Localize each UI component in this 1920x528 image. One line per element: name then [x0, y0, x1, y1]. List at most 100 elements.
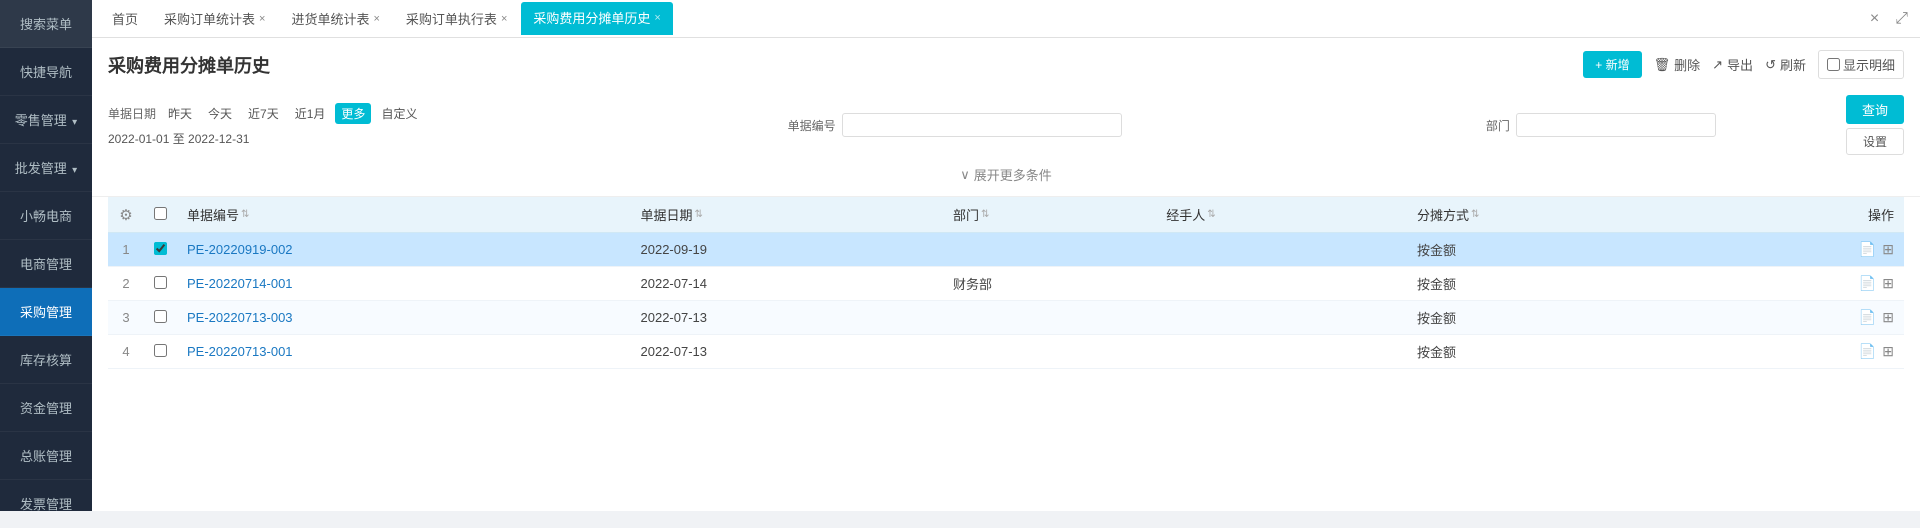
tab-purchase-cost-split[interactable]: 采购费用分摊单历史 ×	[521, 2, 672, 35]
row-checkbox[interactable]	[154, 344, 167, 357]
gear-icon[interactable]: ⚙	[119, 207, 132, 224]
sort-icon[interactable]: ⇅	[1207, 209, 1215, 220]
sidebar-item-label: 电商管理	[20, 257, 72, 272]
sort-icon[interactable]: ⇅	[981, 209, 989, 220]
refresh-button[interactable]: ↺ 刷新	[1765, 55, 1806, 74]
sidebar-item-quick-nav[interactable]: 快捷导航	[0, 48, 92, 96]
tab-home[interactable]: 首页	[100, 3, 150, 34]
expand-icon[interactable]: ⤢	[1891, 8, 1912, 30]
refresh-icon: ↺	[1765, 57, 1776, 73]
op-icons: 📄 ⊞	[1715, 343, 1894, 360]
date-btn-1month[interactable]: 近1月	[289, 103, 332, 124]
query-button[interactable]: 查询	[1846, 95, 1904, 124]
date-btn-custom[interactable]: 自定义	[375, 103, 423, 124]
add-button[interactable]: + 新增	[1583, 51, 1641, 78]
filter-row-1: 单据日期 昨天 今天 近7天 近1月 更多 自定义 2022-01-01 至 2…	[108, 95, 1904, 155]
sidebar-item-finance[interactable]: 资金管理	[0, 384, 92, 432]
expand-more-conditions[interactable]: ∨ 展开更多条件	[108, 161, 1904, 188]
sidebar-item-label: 快捷导航	[20, 65, 72, 80]
sidebar: 搜索菜单 快捷导航 零售管理 ▾ 批发管理 ▾ 小畅电商 电商管理 采购管理 库…	[0, 0, 92, 511]
settings-button[interactable]: 设置	[1846, 128, 1904, 155]
export-button[interactable]: ↗ 导出	[1712, 55, 1753, 74]
delete-button[interactable]: 🗑 删除	[1654, 55, 1701, 74]
sidebar-item-label: 总账管理	[20, 449, 72, 464]
tab-purchase-goods-stat[interactable]: 进货单统计表 ×	[279, 3, 391, 34]
doc-date-cell: 2022-07-14	[631, 267, 944, 301]
sidebar-item-inventory[interactable]: 库存核算	[0, 336, 92, 384]
sort-icon[interactable]: ⇅	[695, 209, 703, 220]
doc-no-link[interactable]: PE-20220919-002	[187, 242, 293, 257]
tab-close-icon[interactable]: ×	[373, 13, 379, 25]
select-all-checkbox[interactable]	[154, 207, 167, 220]
tab-bar-actions: × ⤢	[1866, 8, 1912, 30]
col-dept: 部门 ⇅	[943, 197, 1156, 233]
split-method-cell: 按金额	[1407, 233, 1705, 267]
col-doc-no: 单据编号 ⇅	[177, 197, 631, 233]
sort-icon[interactable]: ⇅	[241, 209, 249, 220]
op-icons: 📄 ⊞	[1715, 241, 1894, 258]
tab-close-icon[interactable]: ×	[654, 12, 660, 24]
doc-no-link[interactable]: PE-20220713-001	[187, 344, 293, 359]
sidebar-item-wholesale[interactable]: 批发管理 ▾	[0, 144, 92, 192]
dept-cell	[943, 301, 1156, 335]
row-checkbox-cell	[144, 335, 177, 369]
row-num: 2	[108, 267, 144, 301]
col-operation: 操作	[1705, 197, 1904, 233]
date-btn-today[interactable]: 今天	[202, 103, 238, 124]
sidebar-item-purchase[interactable]: 采购管理	[0, 288, 92, 336]
sidebar-item-retail[interactable]: 零售管理 ▾	[0, 96, 92, 144]
tab-close-icon[interactable]: ×	[259, 13, 265, 25]
sidebar-item-mini-shop[interactable]: 小畅电商	[0, 192, 92, 240]
date-btn-7days[interactable]: 近7天	[242, 103, 285, 124]
view-icon[interactable]: 📄	[1859, 275, 1876, 292]
header-actions: + 新增 🗑 删除 ↗ 导出 ↺ 刷新 显示明细	[1583, 50, 1904, 79]
doc-no-filter: 单据编号	[788, 113, 1122, 137]
tab-purchase-order-stat[interactable]: 采购订单统计表 ×	[152, 3, 277, 34]
page-header: 采购费用分摊单历史 + 新增 🗑 删除 ↗ 导出 ↺ 刷新 显示明细	[92, 38, 1920, 87]
tab-close-icon[interactable]: ×	[501, 13, 507, 25]
close-all-tabs-icon[interactable]: ×	[1866, 8, 1883, 30]
sidebar-item-search[interactable]: 搜索菜单	[0, 0, 92, 48]
detail-icon[interactable]: ⊞	[1882, 309, 1894, 326]
view-icon[interactable]: 📄	[1859, 309, 1876, 326]
doc-no-link[interactable]: PE-20220714-001	[187, 276, 293, 291]
main-area: 首页 采购订单统计表 × 进货单统计表 × 采购订单执行表 × 采购费用分摊单历…	[92, 0, 1920, 511]
sidebar-item-ecom[interactable]: 电商管理	[0, 240, 92, 288]
show-cols-button[interactable]: 显示明细	[1818, 50, 1904, 79]
doc-no-cell: PE-20220713-003	[177, 301, 631, 335]
tab-purchase-order-exec[interactable]: 采购订单执行表 ×	[394, 3, 519, 34]
detail-icon[interactable]: ⊞	[1882, 275, 1894, 292]
row-checkbox[interactable]	[154, 310, 167, 323]
sort-icon[interactable]: ⇅	[1471, 209, 1479, 220]
row-checkbox[interactable]	[154, 276, 167, 289]
date-quick-buttons: 昨天 今天 近7天 近1月 更多 自定义	[162, 103, 423, 124]
sidebar-item-label: 库存核算	[20, 353, 72, 368]
handler-cell	[1156, 267, 1407, 301]
detail-icon[interactable]: ⊞	[1882, 343, 1894, 360]
table-row: 3 PE-20220713-003 2022-07-13 按金额 📄 ⊞	[108, 301, 1904, 335]
op-icons: 📄 ⊞	[1715, 309, 1894, 326]
dept-select[interactable]: 财务部	[1516, 113, 1716, 137]
show-cols-checkbox[interactable]	[1827, 58, 1840, 71]
chevron-down-icon: ▾	[72, 117, 77, 128]
doc-no-input[interactable]	[842, 113, 1122, 137]
detail-icon[interactable]: ⊞	[1882, 241, 1894, 258]
doc-no-link[interactable]: PE-20220713-003	[187, 310, 293, 325]
date-btn-yesterday[interactable]: 昨天	[162, 103, 198, 124]
date-btn-more[interactable]: 更多	[335, 103, 371, 124]
sidebar-item-ledger[interactable]: 总账管理	[0, 432, 92, 480]
view-icon[interactable]: 📄	[1859, 241, 1876, 258]
tab-label: 进货单统计表	[291, 9, 369, 28]
export-label: 导出	[1727, 55, 1753, 74]
sidebar-item-invoice[interactable]: 发票管理	[0, 480, 92, 528]
row-checkbox[interactable]	[154, 242, 167, 255]
tab-bar: 首页 采购订单统计表 × 进货单统计表 × 采购订单执行表 × 采购费用分摊单历…	[92, 0, 1920, 38]
col-handler: 经手人 ⇅	[1156, 197, 1407, 233]
dept-cell	[943, 233, 1156, 267]
col-split-method: 分摊方式 ⇅	[1407, 197, 1705, 233]
doc-no-cell: PE-20220713-001	[177, 335, 631, 369]
view-icon[interactable]: 📄	[1859, 343, 1876, 360]
col-settings[interactable]: ⚙	[108, 197, 144, 233]
row-num: 3	[108, 301, 144, 335]
sidebar-item-label: 搜索菜单	[20, 17, 72, 32]
